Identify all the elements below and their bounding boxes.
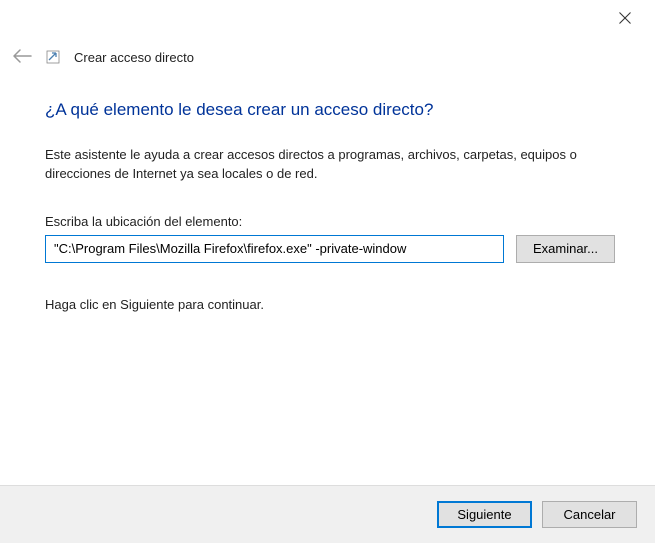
close-icon [619,12,631,24]
close-button[interactable] [609,6,641,30]
input-row: Examinar... [45,235,615,263]
wizard-header: Crear acceso directo [0,0,655,68]
shortcut-icon [46,50,60,64]
wizard-title: Crear acceso directo [74,50,194,65]
description-text: Este asistente le ayuda a crear accesos … [45,146,615,184]
back-arrow-icon [12,48,32,64]
wizard-footer: Siguiente Cancelar [0,485,655,543]
continue-text: Haga clic en Siguiente para continuar. [45,297,615,312]
back-button[interactable] [12,46,32,68]
next-button[interactable]: Siguiente [437,501,532,528]
cancel-button[interactable]: Cancelar [542,501,637,528]
wizard-content: ¿A qué elemento le desea crear un acceso… [0,68,655,312]
location-label: Escriba la ubicación del elemento: [45,214,615,229]
main-heading: ¿A qué elemento le desea crear un acceso… [45,100,615,120]
browse-button[interactable]: Examinar... [516,235,615,263]
location-input[interactable] [45,235,504,263]
